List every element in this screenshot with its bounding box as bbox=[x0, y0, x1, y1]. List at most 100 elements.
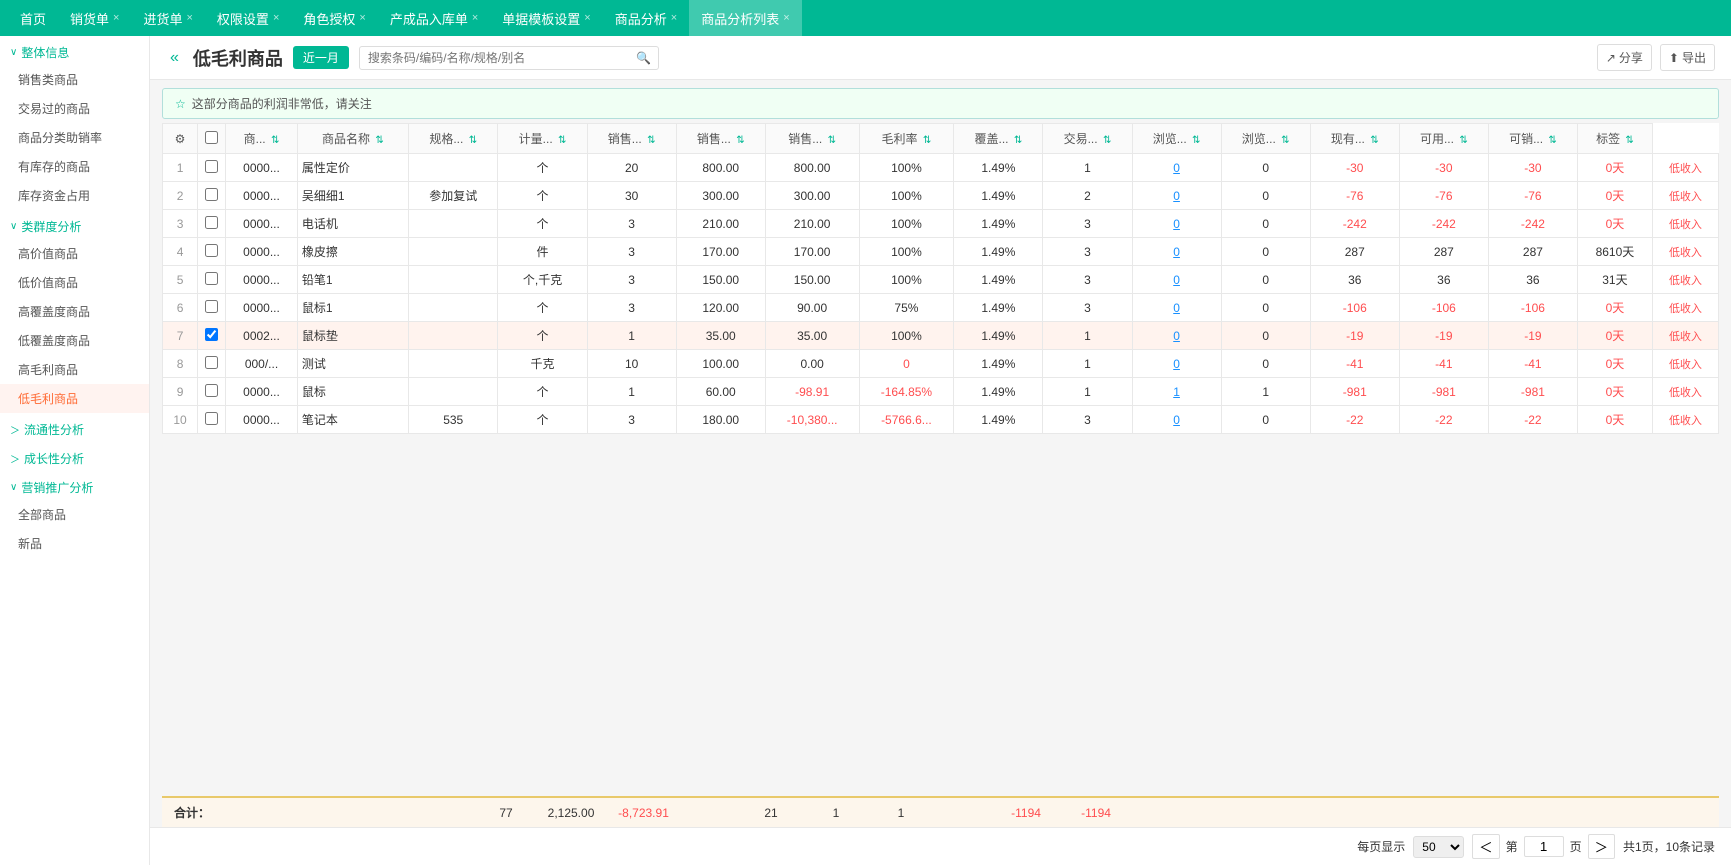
table-row-tag: 低收入 bbox=[1652, 154, 1718, 182]
table-row-transactions[interactable]: 0 bbox=[1132, 238, 1221, 266]
close-icon[interactable]: × bbox=[584, 12, 590, 24]
sidebar-group-growth[interactable]: ＞成长性分析 bbox=[0, 442, 149, 471]
table-row-transactions[interactable]: 0 bbox=[1132, 406, 1221, 434]
sidebar-group-overall[interactable]: ∨整体信息 bbox=[0, 36, 149, 65]
sidebar-item-traded-goods[interactable]: 交易过的商品 bbox=[0, 94, 149, 123]
table-row-checkbox[interactable] bbox=[198, 210, 226, 238]
search-input[interactable] bbox=[359, 46, 659, 70]
notice-bar: ☆ 这部分商品的利润非常低，请关注 bbox=[162, 88, 1719, 119]
nav-sales[interactable]: 销货单 × bbox=[58, 0, 131, 36]
table-row-browse1: 1 bbox=[1221, 378, 1310, 406]
sidebar-item-high-value[interactable]: 高价值商品 bbox=[0, 239, 149, 268]
sidebar-item-in-stock[interactable]: 有库存的商品 bbox=[0, 152, 149, 181]
table-row-transactions[interactable]: 0 bbox=[1132, 266, 1221, 294]
col-browse2[interactable]: 浏览... ⇅ bbox=[1221, 124, 1310, 154]
nav-purchase[interactable]: 进货单 × bbox=[131, 0, 204, 36]
close-icon[interactable]: × bbox=[273, 12, 279, 24]
table-row-transactions[interactable]: 1 bbox=[1132, 378, 1221, 406]
table-row-checkbox[interactable] bbox=[198, 322, 226, 350]
table-row-checkbox[interactable] bbox=[198, 182, 226, 210]
col-sales-qty[interactable]: 销售... ⇅ bbox=[587, 124, 676, 154]
table-row-transactions[interactable]: 0 bbox=[1132, 210, 1221, 238]
share-button[interactable]: ↗ 分享 bbox=[1597, 44, 1652, 71]
page-number-input[interactable] bbox=[1524, 836, 1564, 857]
select-all-checkbox[interactable] bbox=[205, 131, 218, 144]
col-code[interactable]: 商... ⇅ bbox=[226, 124, 298, 154]
table-row-transactions[interactable]: 0 bbox=[1132, 294, 1221, 322]
table-row-transactions[interactable]: 0 bbox=[1132, 350, 1221, 378]
col-sales-amount[interactable]: 销售... ⇅ bbox=[765, 124, 859, 154]
filter-period-button[interactable]: 近一月 bbox=[293, 46, 349, 69]
table-row-transactions[interactable]: 0 bbox=[1132, 322, 1221, 350]
col-unit[interactable]: 计量... ⇅ bbox=[498, 124, 587, 154]
col-coverage[interactable]: 覆盖... ⇅ bbox=[954, 124, 1043, 154]
table-row-checkbox[interactable] bbox=[198, 238, 226, 266]
page-size-select[interactable]: 50 100 200 bbox=[1413, 836, 1464, 858]
table-row-checkbox[interactable] bbox=[198, 154, 226, 182]
col-checkbox[interactable] bbox=[198, 124, 226, 154]
close-icon[interactable]: × bbox=[359, 12, 365, 24]
sidebar-item-low-coverage[interactable]: 低覆盖度商品 bbox=[0, 326, 149, 355]
nav-template[interactable]: 单据模板设置 × bbox=[490, 0, 602, 36]
table-row-browse2: -106 bbox=[1310, 294, 1399, 322]
sidebar-item-all-goods[interactable]: 全部商品 bbox=[0, 500, 149, 529]
sidebar: ∨整体信息 销售类商品 交易过的商品 商品分类助销率 有库存的商品 库存资金占用… bbox=[0, 36, 150, 865]
close-icon[interactable]: × bbox=[186, 12, 192, 24]
next-page-button[interactable]: ＞ bbox=[1588, 834, 1615, 859]
table-row-unit: 个,千克 bbox=[498, 266, 587, 294]
sidebar-item-category-rate[interactable]: 商品分类助销率 bbox=[0, 123, 149, 152]
close-icon[interactable]: × bbox=[783, 12, 789, 24]
table-row-checkbox[interactable] bbox=[198, 294, 226, 322]
table-row-num: 1 bbox=[163, 154, 198, 182]
col-settings[interactable]: ⚙ bbox=[163, 124, 198, 154]
table-row-pct: 75% bbox=[859, 294, 954, 322]
col-saleable[interactable]: 可销... ⇅ bbox=[1488, 124, 1577, 154]
table-container[interactable]: ⚙ 商... ⇅ 商品名称 ⇅ 规格... ⇅ 计量... ⇅ 销售... ⇅ … bbox=[162, 123, 1719, 796]
col-tag[interactable]: 标签 ⇅ bbox=[1577, 124, 1652, 154]
prev-page-button[interactable]: ＜ bbox=[1472, 834, 1499, 859]
close-icon[interactable]: × bbox=[472, 12, 478, 24]
nav-analysis[interactable]: 商品分析 × bbox=[603, 0, 689, 36]
nav-analysis-list[interactable]: 商品分析列表 × bbox=[689, 0, 801, 36]
export-button[interactable]: ⬆ 导出 bbox=[1660, 44, 1715, 71]
close-icon[interactable]: × bbox=[113, 12, 119, 24]
nav-roles[interactable]: 角色授权 × bbox=[291, 0, 377, 36]
sidebar-group-cluster[interactable]: ∨类群度分析 bbox=[0, 210, 149, 239]
col-sales-price[interactable]: 销售... ⇅ bbox=[676, 124, 765, 154]
sidebar-item-new-goods[interactable]: 新品 bbox=[0, 529, 149, 558]
sidebar-item-high-margin[interactable]: 高毛利商品 bbox=[0, 355, 149, 384]
col-margin-rate[interactable]: 毛利率 ⇅ bbox=[859, 124, 954, 154]
sidebar-group-flow[interactable]: ＞流通性分析 bbox=[0, 413, 149, 442]
table-row-checkbox[interactable] bbox=[198, 266, 226, 294]
main-content: « 低毛利商品 近一月 🔍 ↗ 分享 ⬆ 导出 ☆ 这部分商品的利润非常低， bbox=[150, 36, 1731, 865]
table-row-transactions[interactable]: 0 bbox=[1132, 182, 1221, 210]
col-usable[interactable]: 可用... ⇅ bbox=[1399, 124, 1488, 154]
col-current[interactable]: 现有... ⇅ bbox=[1310, 124, 1399, 154]
table-row-browse1: 0 bbox=[1221, 238, 1310, 266]
table-row-transactions[interactable]: 0 bbox=[1132, 154, 1221, 182]
nav-home[interactable]: 首页 bbox=[8, 0, 58, 36]
col-transactions[interactable]: 交易... ⇅ bbox=[1043, 124, 1132, 154]
sidebar-item-high-coverage[interactable]: 高覆盖度商品 bbox=[0, 297, 149, 326]
table-row-price: 210.00 bbox=[676, 210, 765, 238]
col-spec[interactable]: 规格... ⇅ bbox=[408, 124, 498, 154]
table-row-checkbox[interactable] bbox=[198, 378, 226, 406]
collapse-sidebar-button[interactable]: « bbox=[166, 49, 183, 67]
sidebar-group-marketing[interactable]: ∨营销推广分析 bbox=[0, 471, 149, 500]
table-row-usable: -76 bbox=[1488, 182, 1577, 210]
sidebar-item-stock-capital[interactable]: 库存资金占用 bbox=[0, 181, 149, 210]
table-row-checkbox[interactable] bbox=[198, 406, 226, 434]
col-browse1[interactable]: 浏览... ⇅ bbox=[1132, 124, 1221, 154]
table-row-name: 属性定价 bbox=[297, 154, 408, 182]
sort-icon: ⇅ bbox=[828, 135, 836, 146]
sidebar-item-sales-goods[interactable]: 销售类商品 bbox=[0, 65, 149, 94]
sidebar-item-low-value[interactable]: 低价值商品 bbox=[0, 268, 149, 297]
page-size-label: 每页显示 bbox=[1357, 838, 1405, 855]
table-row-browse1: 0 bbox=[1221, 406, 1310, 434]
nav-product-inbound[interactable]: 产成品入库单 × bbox=[378, 0, 490, 36]
col-name[interactable]: 商品名称 ⇅ bbox=[297, 124, 408, 154]
table-row-checkbox[interactable] bbox=[198, 350, 226, 378]
nav-permissions[interactable]: 权限设置 × bbox=[205, 0, 291, 36]
close-icon[interactable]: × bbox=[671, 12, 677, 24]
sidebar-item-low-margin[interactable]: 低毛利商品 bbox=[0, 384, 149, 413]
